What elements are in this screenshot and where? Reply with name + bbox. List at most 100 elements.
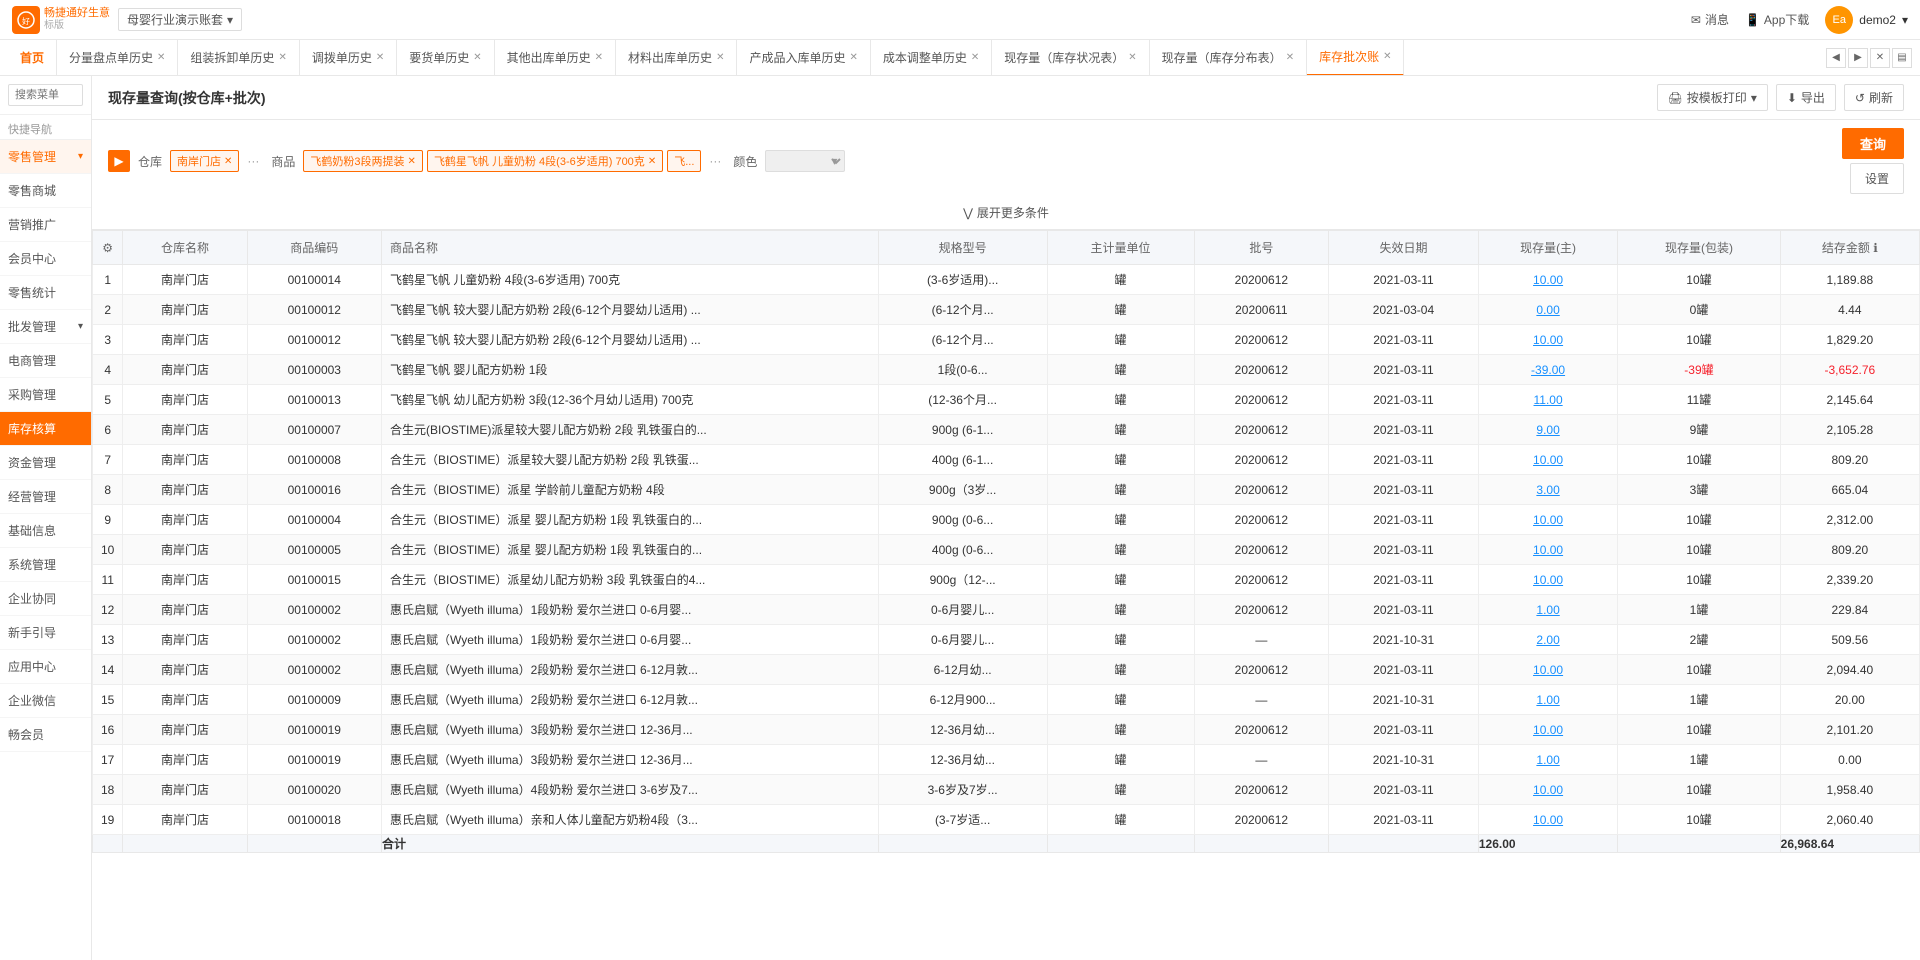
stock1-link[interactable]: 10.00 — [1533, 813, 1563, 827]
refresh-btn[interactable]: ↺ 刷新 — [1844, 84, 1904, 111]
stock1-link[interactable]: 10.00 — [1533, 723, 1563, 737]
product-tag-2[interactable]: 飞鹤星飞帆 儿童奶粉 4段(3-6岁适用) 700克 ✕ — [427, 150, 663, 172]
nav-tab-8[interactable]: 成本调整单历史 ✕ — [871, 40, 992, 76]
nav-tab-6-close[interactable]: ✕ — [716, 52, 724, 63]
table-row: 17 南岸门店 00100019 惠氏启赋（Wyeth illuma）3段奶粉 … — [93, 745, 1920, 775]
expand-btn[interactable]: ⋁ 展开更多条件 — [963, 204, 1049, 221]
stock1-link[interactable]: 9.00 — [1536, 423, 1559, 437]
product-tag-1[interactable]: 飞鹤奶粉3段两提装 ✕ — [303, 150, 423, 172]
nav-tab-9[interactable]: 现存量（库存状况表） ✕ — [992, 40, 1149, 76]
stock1-link[interactable]: 10.00 — [1533, 663, 1563, 677]
product-tag-2-close[interactable]: ✕ — [648, 156, 656, 167]
print-btn[interactable]: 🖨 按模板打印 ▾ — [1657, 84, 1768, 111]
nav-tab-9-close[interactable]: ✕ — [1128, 52, 1136, 63]
nav-tab-10[interactable]: 现存量（库存分布表） ✕ — [1150, 40, 1307, 76]
filter-toggle-btn[interactable]: ▶ — [108, 150, 130, 172]
sidebar-item-finance[interactable]: 资金管理 — [0, 446, 91, 480]
product-tag-more[interactable]: 飞... — [667, 150, 701, 172]
nav-close-btn[interactable]: ✕ — [1870, 48, 1890, 68]
sidebar-item-wholesale[interactable]: 批发管理 ▾ — [0, 310, 91, 344]
sidebar-item-purchase[interactable]: 采购管理 — [0, 378, 91, 412]
nav-tab-11-close[interactable]: ✕ — [1383, 51, 1391, 62]
product-tag-1-close[interactable]: ✕ — [408, 156, 416, 167]
nav-tab-3[interactable]: 调拨单历史 ✕ — [300, 40, 397, 76]
warehouse-tag[interactable]: 南岸门店 ✕ — [170, 150, 239, 172]
nav-tab-7[interactable]: 产成品入库单历史 ✕ — [737, 40, 870, 76]
warehouse-tag-close-icon[interactable]: ✕ — [224, 156, 232, 167]
nav-tab-4-close[interactable]: ✕ — [473, 52, 481, 63]
sidebar-item-marketing[interactable]: 营销推广 — [0, 208, 91, 242]
sidebar-item-apps[interactable]: 应用中心 — [0, 650, 91, 684]
sidebar-item-weixin[interactable]: 企业微信 — [0, 684, 91, 718]
stock1-link[interactable]: 10.00 — [1533, 543, 1563, 557]
search-input[interactable] — [8, 84, 83, 106]
stock1-link[interactable]: 10.00 — [1533, 513, 1563, 527]
user-area[interactable]: Ea demo2 ▾ — [1825, 6, 1908, 34]
stock1-link[interactable]: 10.00 — [1533, 783, 1563, 797]
color-select[interactable] — [765, 150, 845, 172]
nav-menu-btn[interactable]: ▤ — [1892, 48, 1912, 68]
cell-code: 00100002 — [247, 625, 381, 655]
sidebar-item-system[interactable]: 系统管理 — [0, 548, 91, 582]
nav-tab-4[interactable]: 要货单历史 ✕ — [397, 40, 494, 76]
nav-prev-btn[interactable]: ◀ — [1826, 48, 1846, 68]
sidebar-item-operation[interactable]: 经营管理 — [0, 480, 91, 514]
sidebar-item-mall[interactable]: 零售商城 — [0, 174, 91, 208]
stock1-link[interactable]: 0.00 — [1536, 303, 1559, 317]
nav-tab-2-close[interactable]: ✕ — [278, 52, 286, 63]
app-download-btn[interactable]: 📱 App下载 — [1745, 11, 1809, 28]
stock1-link[interactable]: 10.00 — [1533, 333, 1563, 347]
sidebar-item-member2[interactable]: 畅会员 — [0, 718, 91, 752]
stock1-link[interactable]: 1.00 — [1536, 693, 1559, 707]
cell-warehouse: 南岸门店 — [123, 715, 247, 745]
nav-tab-3-close[interactable]: ✕ — [376, 52, 384, 63]
sidebar-item-enterprise[interactable]: 企业协同 — [0, 582, 91, 616]
nav-next-btn[interactable]: ▶ — [1848, 48, 1868, 68]
nav-tab-2[interactable]: 组装拆卸单历史 ✕ — [178, 40, 299, 76]
stock1-link[interactable]: 10.00 — [1533, 273, 1563, 287]
sidebar-item-retail-stats[interactable]: 零售统计 — [0, 276, 91, 310]
stock1-link[interactable]: 1.00 — [1536, 603, 1559, 617]
product-more-dots[interactable]: ··· — [705, 154, 725, 168]
stock1-link[interactable]: 11.00 — [1534, 393, 1563, 407]
query-btn[interactable]: 查询 — [1842, 128, 1904, 159]
sidebar-item-member[interactable]: 会员中心 — [0, 242, 91, 276]
cell-warehouse: 南岸门店 — [123, 355, 247, 385]
th-settings[interactable]: ⚙ — [93, 231, 123, 265]
sidebar-item-basic[interactable]: 基础信息 — [0, 514, 91, 548]
cell-unit: 罐 — [1047, 415, 1194, 445]
cell-batch: — — [1194, 745, 1328, 775]
settings-btn[interactable]: 设置 — [1850, 163, 1904, 194]
sidebar-item-retail[interactable]: 零售管理 ▾ — [0, 140, 91, 174]
nav-tab-8-close[interactable]: ✕ — [971, 52, 979, 63]
sidebar-item-inventory[interactable]: 库存核算 — [0, 412, 91, 446]
nav-tab-5[interactable]: 其他出库单历史 ✕ — [495, 40, 616, 76]
nav-tab-1-close[interactable]: ✕ — [157, 52, 165, 63]
stock1-link[interactable]: 1.00 — [1536, 753, 1559, 767]
cell-expire: 2021-03-11 — [1329, 475, 1479, 505]
sidebar-item-guide[interactable]: 新手引导 — [0, 616, 91, 650]
stock1-link[interactable]: -39.00 — [1531, 363, 1565, 377]
nav-tab-3-label: 调拨单历史 — [312, 49, 372, 66]
cell-spec: 400g (6-1... — [878, 445, 1047, 475]
stock1-link[interactable]: 10.00 — [1533, 573, 1563, 587]
warehouse-more-dots[interactable]: ··· — [243, 154, 263, 168]
nav-tab-1[interactable]: 分量盘点单历史 ✕ — [57, 40, 178, 76]
nav-tab-11[interactable]: 库存批次账 ✕ — [1307, 40, 1404, 76]
stock1-link[interactable]: 2.00 — [1536, 633, 1559, 647]
stock1-link[interactable]: 10.00 — [1533, 453, 1563, 467]
nav-tab-home[interactable]: 首页 — [8, 40, 57, 76]
sidebar-item-ecommerce[interactable]: 电商管理 — [0, 344, 91, 378]
nav-tab-5-close[interactable]: ✕ — [595, 52, 603, 63]
stock1-link[interactable]: 3.00 — [1536, 483, 1559, 497]
nav-tab-10-close[interactable]: ✕ — [1286, 52, 1294, 63]
top-bar: 好 畅捷通好生意 标版 母婴行业演示账套 ▾ ✉ 消息 📱 App下载 Ea d… — [0, 0, 1920, 40]
company-selector[interactable]: 母婴行业演示账套 ▾ — [118, 8, 242, 31]
message-btn[interactable]: ✉ 消息 — [1691, 11, 1729, 28]
nav-tab-7-close[interactable]: ✕ — [849, 52, 857, 63]
filter-row-1: ▶ 仓库 南岸门店 ✕ ··· 商品 飞鹤奶粉3段两提装 ✕ — [108, 128, 1904, 194]
cell-batch: 20200612 — [1194, 805, 1328, 835]
nav-tab-6[interactable]: 材料出库单历史 ✕ — [616, 40, 737, 76]
cell-stock1: 11.00 — [1478, 385, 1617, 415]
export-btn[interactable]: ⬇ 导出 — [1776, 84, 1836, 111]
